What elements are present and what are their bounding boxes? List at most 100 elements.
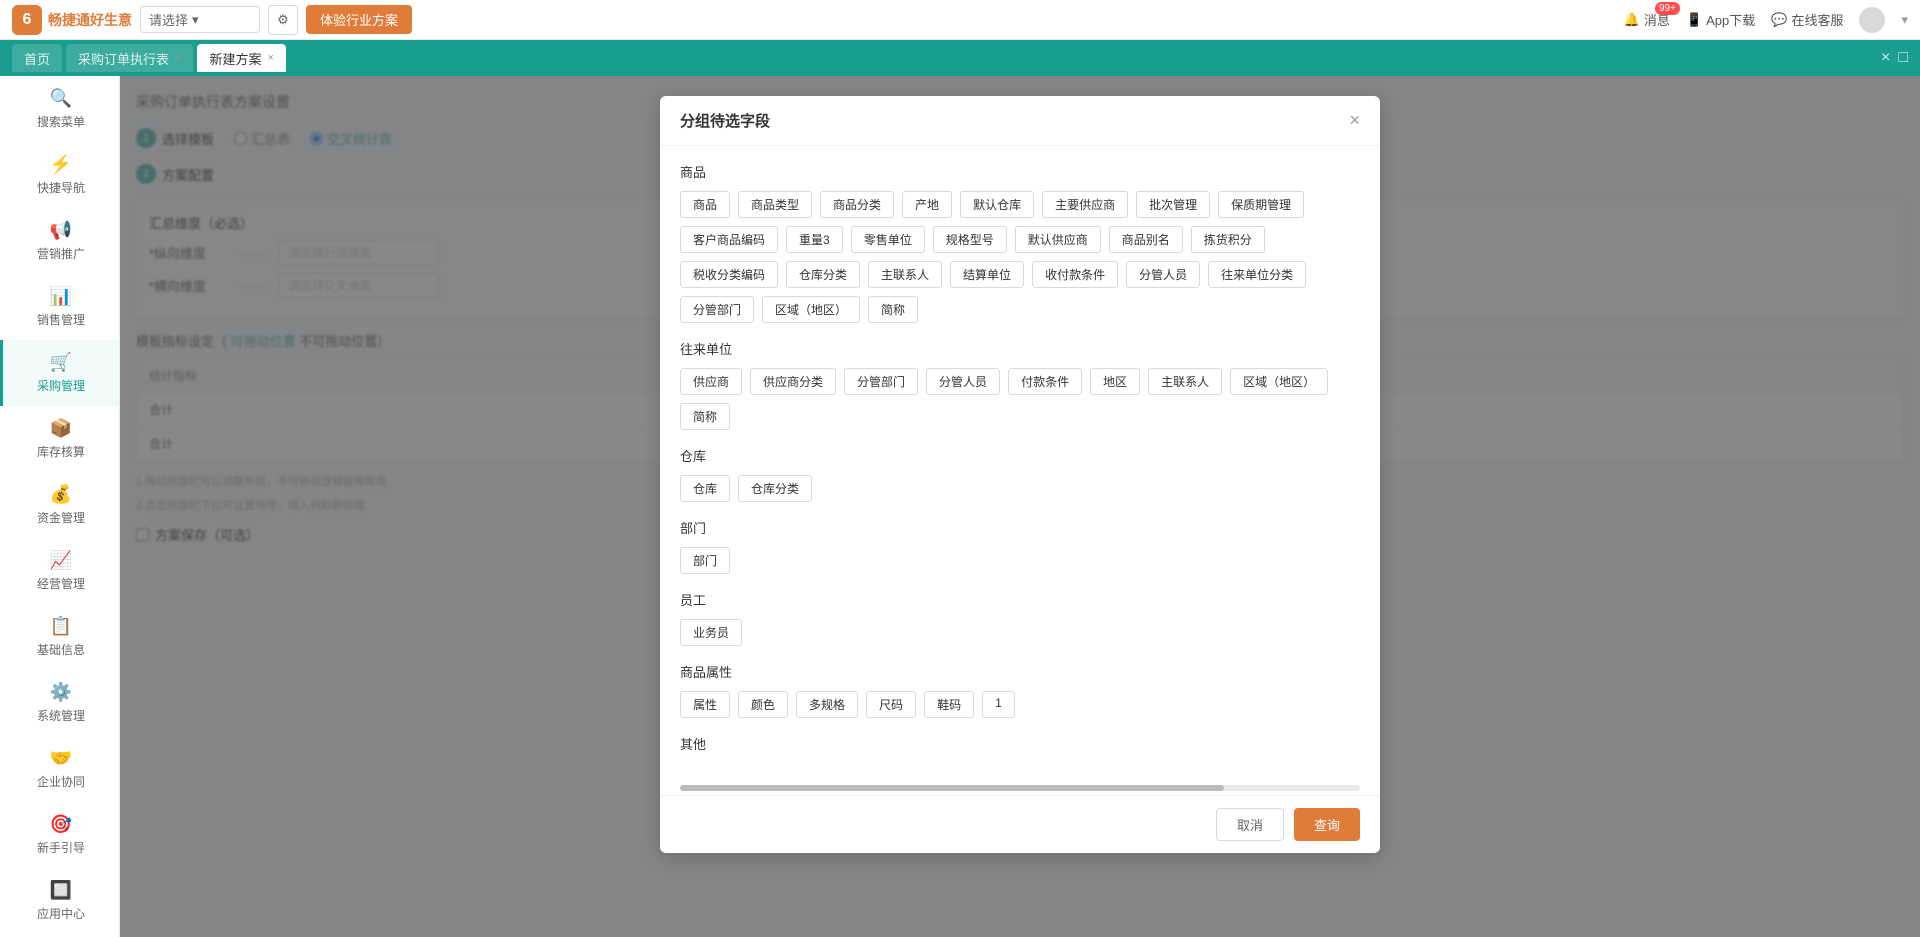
field-tag-settlement-unit[interactable]: 结算单位: [950, 261, 1024, 288]
gear-button[interactable]: ⚙: [268, 5, 298, 35]
nav-selector[interactable]: 请选择 ▾: [140, 6, 260, 33]
field-tag-main-contact2[interactable]: 主联系人: [1148, 368, 1222, 395]
sidebar-apps-label: 应用中心: [37, 905, 85, 922]
tab-home[interactable]: 首页: [12, 44, 62, 72]
modal-footer: 取消 查询: [660, 795, 1380, 853]
trial-button[interactable]: 体验行业方案: [306, 5, 412, 34]
field-tag-region[interactable]: 地区: [1090, 368, 1140, 395]
field-tag-pick-points[interactable]: 拣货积分: [1191, 226, 1265, 253]
field-tag-abbr2[interactable]: 简称: [680, 403, 730, 430]
field-tag-default-supplier[interactable]: 默认供应商: [1015, 226, 1101, 253]
user-menu-icon: ▾: [1901, 12, 1908, 28]
sidebar: 🔍 搜索菜单 ⚡ 快捷导航 📢 营销推广 📊 销售管理 🛒 采购管理 📦 库存核…: [0, 76, 120, 937]
tab-purchase-order[interactable]: 采购订单执行表 ×: [66, 44, 193, 72]
online-service-button[interactable]: 💬 在线客服: [1771, 10, 1843, 29]
field-tag-main-supplier[interactable]: 主要供应商: [1042, 191, 1128, 218]
tab-home-label: 首页: [24, 49, 50, 68]
sidebar-item-apps[interactable]: 🔲 应用中心: [0, 868, 119, 934]
section-dept-tags: 部门: [680, 547, 1360, 574]
logo-text: 畅捷通好生意: [48, 10, 132, 30]
field-tag-warehouse[interactable]: 仓库: [680, 475, 730, 502]
field-tag-dept-charge2[interactable]: 分管部门: [844, 368, 918, 395]
field-tag-attr-1[interactable]: 1: [982, 691, 1015, 718]
field-tag-region-product[interactable]: 区域（地区）: [762, 296, 860, 323]
sidebar-item-collab[interactable]: 🤝 企业协同: [0, 736, 119, 802]
collab-icon: 🤝: [50, 748, 72, 769]
sidebar-item-guide[interactable]: 🎯 新手引导: [0, 802, 119, 868]
sidebar-item-quick-nav[interactable]: ⚡ 快捷导航: [0, 142, 119, 208]
field-tag-product-alias[interactable]: 商品别名: [1109, 226, 1183, 253]
content-area: 采购订单执行表方案设置 1 选择模板 汇总表 交叉统计表: [120, 76, 1920, 937]
field-tag-size[interactable]: 尺码: [866, 691, 916, 718]
field-tag-spec-model[interactable]: 规格型号: [933, 226, 1007, 253]
tab-new-plan[interactable]: 新建方案 ×: [197, 44, 285, 72]
field-tag-warehouse-cat[interactable]: 仓库分类: [738, 475, 812, 502]
search-icon: 🔍: [50, 88, 72, 109]
field-tag-counterpart-category[interactable]: 往来单位分类: [1208, 261, 1306, 288]
section-product-tags: 商品 商品类型 商品分类 产地 默认仓库 主要供应商 批次管理 保质期管理 客户…: [680, 191, 1360, 323]
field-tag-payment-terms[interactable]: 收付款条件: [1032, 261, 1118, 288]
top-bar: 6 畅捷通好生意 请选择 ▾ ⚙ 体验行业方案 🔔 消息 99+ 📱 App下载…: [0, 0, 1920, 40]
tab-close-all-icon[interactable]: ×: [1881, 49, 1890, 67]
sidebar-item-operations[interactable]: 📈 经营管理: [0, 538, 119, 604]
section-counterpart-label: 往来单位: [680, 339, 1360, 358]
sidebar-item-system[interactable]: ⚙️ 系统管理: [0, 670, 119, 736]
sidebar-item-inventory[interactable]: 📦 库存核算: [0, 406, 119, 472]
modal-hscroll-track[interactable]: [680, 785, 1360, 791]
field-tag-warehouse-category[interactable]: 仓库分类: [786, 261, 860, 288]
field-tag-expiry-mgmt[interactable]: 保质期管理: [1218, 191, 1304, 218]
field-tag-salesperson[interactable]: 业务员: [680, 619, 742, 646]
sidebar-item-finance[interactable]: 💰 资金管理: [0, 472, 119, 538]
tab-purchase-close-icon[interactable]: ×: [175, 52, 181, 64]
field-tag-dept-charge[interactable]: 分管部门: [680, 296, 754, 323]
field-tag-attribute[interactable]: 属性: [680, 691, 730, 718]
field-tag-supplier[interactable]: 供应商: [680, 368, 742, 395]
field-tag-batch-mgmt[interactable]: 批次管理: [1136, 191, 1210, 218]
field-tag-default-warehouse[interactable]: 默认仓库: [960, 191, 1034, 218]
section-warehouse-label: 仓库: [680, 446, 1360, 465]
field-tag-manager2[interactable]: 分管人员: [926, 368, 1000, 395]
avatar[interactable]: [1859, 7, 1885, 33]
modal-title: 分组待选字段: [680, 110, 770, 131]
tab-menu-icon[interactable]: □: [1898, 49, 1908, 67]
field-tag-region2[interactable]: 区域（地区）: [1230, 368, 1328, 395]
tab-bar-controls: × □: [1881, 49, 1908, 67]
field-tag-main-contact[interactable]: 主联系人: [868, 261, 942, 288]
field-tag-multi-spec[interactable]: 多规格: [796, 691, 858, 718]
field-tag-origin[interactable]: 产地: [902, 191, 952, 218]
sidebar-item-marketing[interactable]: 📢 营销推广: [0, 208, 119, 274]
cancel-button[interactable]: 取消: [1216, 808, 1284, 841]
sidebar-item-sales[interactable]: 📊 销售管理: [0, 274, 119, 340]
field-tag-dept[interactable]: 部门: [680, 547, 730, 574]
field-tag-product-category[interactable]: 商品分类: [820, 191, 894, 218]
field-tag-product[interactable]: 商品: [680, 191, 730, 218]
sidebar-item-basic[interactable]: 📋 基础信息: [0, 604, 119, 670]
sidebar-item-search[interactable]: 🔍 搜索菜单: [0, 76, 119, 142]
modal-body: 商品 商品 商品类型 商品分类 产地 默认仓库 主要供应商 批次管理 保质期管理…: [660, 146, 1380, 785]
tab-new-plan-close-icon[interactable]: ×: [267, 52, 273, 64]
field-tag-retail-unit[interactable]: 零售单位: [851, 226, 925, 253]
service-icon: 💬: [1771, 12, 1787, 28]
inventory-icon: 📦: [50, 418, 72, 439]
section-warehouse-tags: 仓库 仓库分类: [680, 475, 1360, 502]
field-tag-payment-cond[interactable]: 付款条件: [1008, 368, 1082, 395]
field-tag-supplier-category[interactable]: 供应商分类: [750, 368, 836, 395]
field-tag-customer-code[interactable]: 客户商品编码: [680, 226, 778, 253]
notification-button[interactable]: 🔔 消息 99+: [1624, 10, 1670, 29]
sidebar-item-purchase[interactable]: 🛒 采购管理: [0, 340, 119, 406]
field-tag-weight3[interactable]: 重量3: [786, 226, 843, 253]
app-download-button[interactable]: 📱 App下载: [1686, 10, 1755, 29]
field-tag-product-type[interactable]: 商品类型: [738, 191, 812, 218]
field-tag-tax-code[interactable]: 税收分类编码: [680, 261, 778, 288]
apps-icon: 🔲: [50, 880, 72, 901]
field-tag-color[interactable]: 颜色: [738, 691, 788, 718]
chevron-down-icon: ▾: [192, 12, 199, 28]
field-tag-shoe-size[interactable]: 鞋码: [924, 691, 974, 718]
field-tag-abbr-product[interactable]: 简称: [868, 296, 918, 323]
marketing-icon: 📢: [50, 220, 72, 241]
modal-close-icon[interactable]: ×: [1349, 110, 1360, 131]
purchase-icon: 🛒: [50, 352, 72, 373]
logo-icon: 6: [12, 5, 42, 35]
confirm-button[interactable]: 查询: [1294, 808, 1360, 841]
field-tag-manager[interactable]: 分管人员: [1126, 261, 1200, 288]
